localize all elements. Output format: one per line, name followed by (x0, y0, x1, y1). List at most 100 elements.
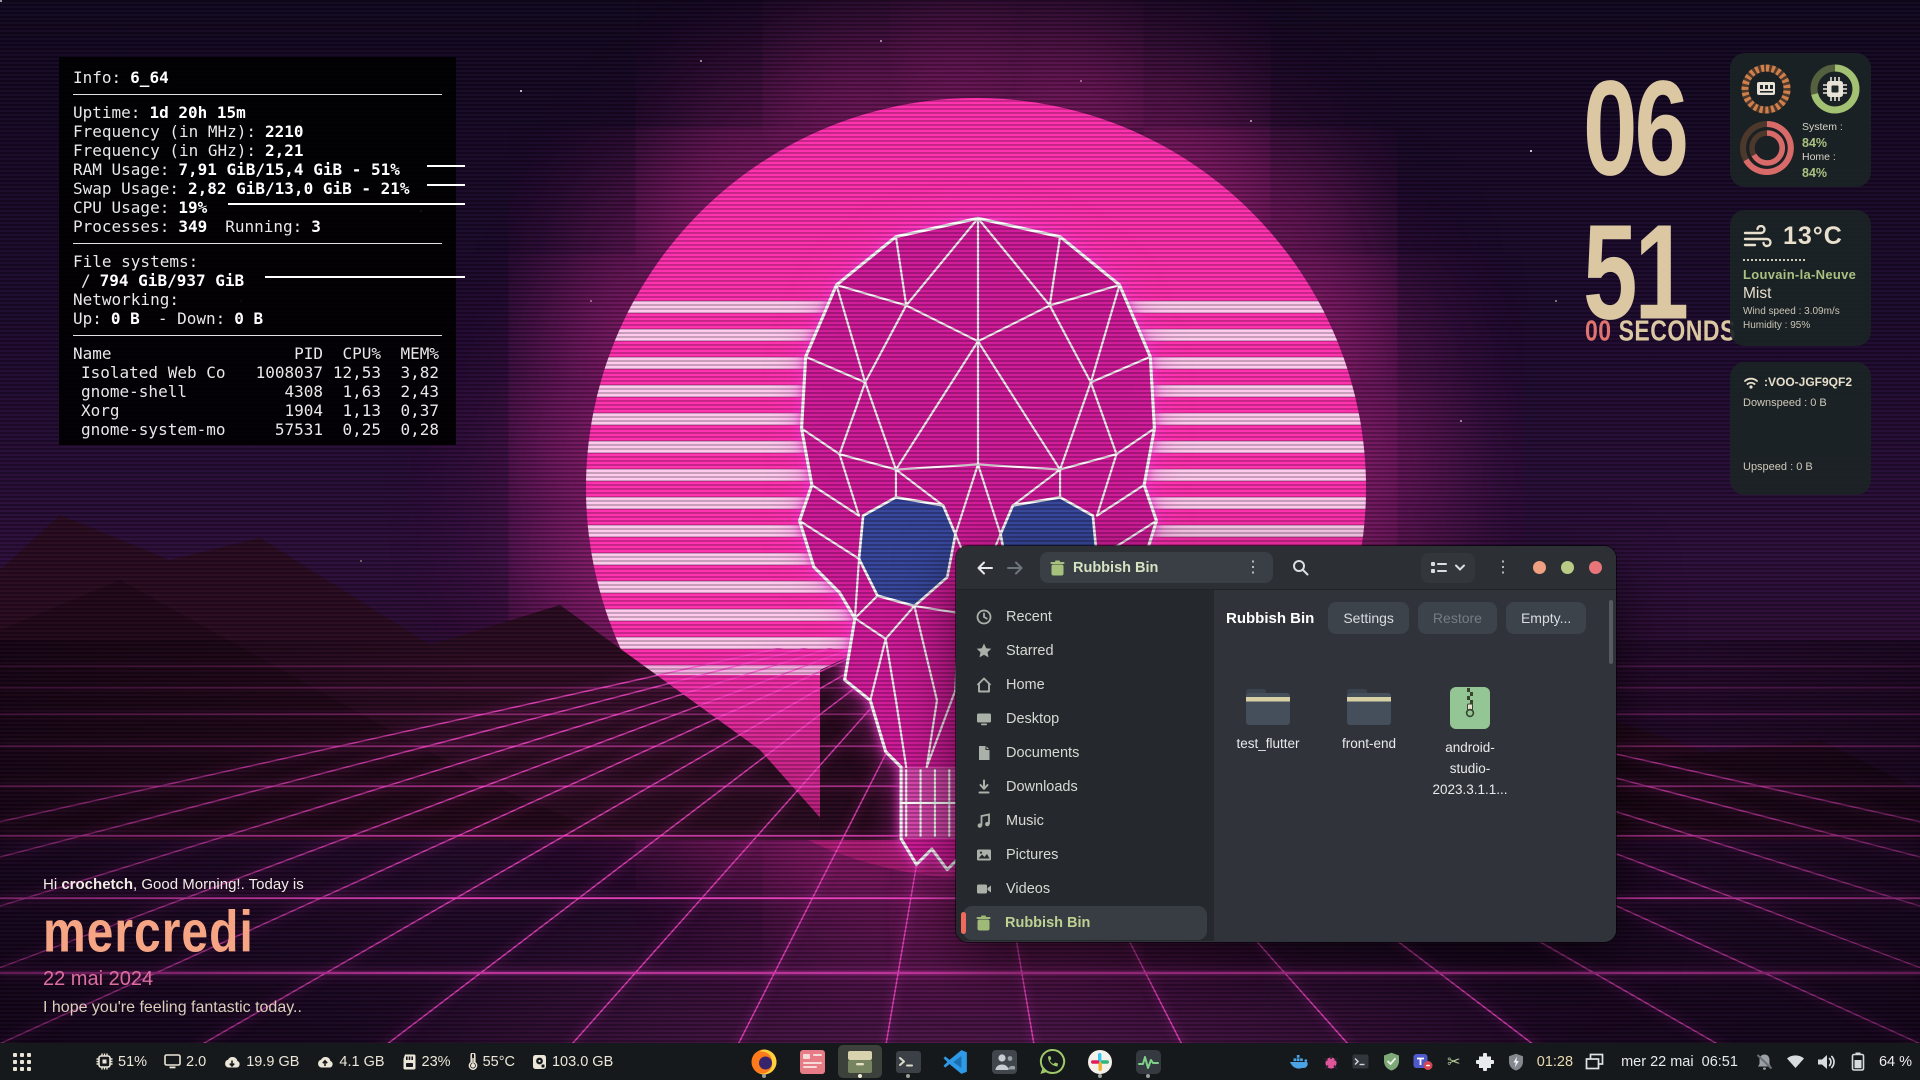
temperature: 13°C (1783, 222, 1843, 251)
dock-terminal[interactable] (886, 1045, 930, 1078)
system-tray: ✂ 01:28 mer 22 mai 06:51 (1289, 1043, 1912, 1080)
networking-header: Networking: (73, 290, 179, 309)
stat-cpu[interactable]: 51% (96, 1053, 147, 1070)
stat-memory[interactable]: 23% (402, 1054, 451, 1070)
volume-icon[interactable] (1817, 1051, 1837, 1073)
stat-disk[interactable]: 103.0 GB (532, 1054, 613, 1070)
ram-bar (427, 165, 465, 174)
sidebar-item-starred[interactable]: Starred (956, 634, 1214, 668)
terminal-tray-icon[interactable] (1351, 1051, 1371, 1073)
trash-icon (976, 915, 991, 931)
window-controls (1533, 561, 1602, 574)
whatsapp-icon (1039, 1048, 1066, 1075)
net-up-label: Up: (73, 309, 102, 328)
freq-mhz-value: 2210 (265, 122, 304, 141)
dock-whatsapp[interactable] (1030, 1045, 1074, 1078)
folder-icon (1346, 686, 1392, 726)
fs-root-label: / (81, 271, 91, 290)
freq-ghz-value: 2,21 (265, 141, 304, 160)
sidebar-item-downloads[interactable]: Downloads (956, 770, 1214, 804)
search-icon (1292, 559, 1309, 576)
location-pill[interactable]: Rubbish Bin ⋮ (1040, 552, 1273, 583)
extension-puzzle-icon[interactable] (1475, 1051, 1495, 1073)
desktop-icon (976, 711, 992, 727)
settings-button[interactable]: Settings (1328, 602, 1409, 634)
battery-icon[interactable] (1848, 1051, 1868, 1073)
tray-timer[interactable]: 01:28 (1537, 1054, 1573, 1070)
dock-files[interactable] (838, 1045, 882, 1078)
view-toggle[interactable] (1421, 553, 1475, 583)
download-arrow-icon (976, 779, 992, 795)
dock-teams[interactable] (982, 1045, 1026, 1078)
teams-tray-icon[interactable] (1413, 1051, 1433, 1073)
sidebar-item-home[interactable]: Home (956, 668, 1214, 702)
sidebar-item-pictures[interactable]: Pictures (956, 838, 1214, 872)
downspeed: Downspeed : 0 B (1743, 397, 1858, 409)
content-heading: Rubbish Bin (1226, 610, 1314, 627)
freq-mhz-label: Frequency (in MHz): (73, 122, 256, 141)
col-pid: PID (241, 344, 323, 363)
system-monitor-icon (1135, 1049, 1162, 1075)
empty-trash-button[interactable]: Empty... (1506, 602, 1586, 634)
dock-slack[interactable] (1078, 1045, 1122, 1078)
dock-text-editor[interactable] (790, 1045, 834, 1078)
minimize-button[interactable] (1533, 561, 1546, 574)
close-button[interactable] (1589, 561, 1602, 574)
sidebar-item-desktop[interactable]: Desktop (956, 702, 1214, 736)
dock-vscode[interactable] (934, 1045, 978, 1078)
tray-clock[interactable]: mer 22 mai 06:51 (1621, 1054, 1738, 1070)
disk-rings-gauge (1738, 119, 1796, 177)
screenshot-tray-icon[interactable] (1320, 1051, 1340, 1073)
maximize-button[interactable] (1561, 561, 1574, 574)
wifi-icon[interactable] (1786, 1051, 1806, 1073)
divider (73, 94, 442, 95)
sidebar-item-recent[interactable]: Recent (956, 600, 1214, 634)
notifications-muted-icon[interactable] (1755, 1051, 1775, 1073)
net-up-value: 0 B (111, 309, 140, 328)
file-item-test-flutter[interactable]: test_flutter (1226, 686, 1310, 801)
cpu-chip-icon (96, 1053, 113, 1070)
greeting-widget: Hi crochetch, Good Morning!. Today is me… (43, 876, 304, 1017)
stat-load[interactable]: 2.0 (164, 1054, 206, 1070)
process-row: gnome-shell 4308 1,63 2,43 (73, 382, 442, 401)
docker-icon[interactable] (1289, 1051, 1309, 1073)
text-editor-icon (799, 1049, 826, 1075)
stat-net-up[interactable]: 4.1 GB (316, 1054, 384, 1070)
memory-gauge (1738, 61, 1794, 117)
swap-bar (427, 184, 465, 193)
sidebar-item-documents[interactable]: Documents (956, 736, 1214, 770)
battery-percent[interactable]: 64 % (1879, 1054, 1912, 1070)
app-grid-button[interactable] (12, 1052, 32, 1072)
file-item-android-studio-archive[interactable]: android- studio- 2023.3.1.1... (1428, 686, 1512, 801)
dock-system-monitor[interactable] (1126, 1045, 1170, 1078)
file-item-front-end[interactable]: front-end (1327, 686, 1411, 801)
process-table: Name PID CPU% MEM% Isolated Web Co 10080… (73, 344, 442, 439)
sidebar-item-videos[interactable]: Videos (956, 872, 1214, 906)
stat-net-down[interactable]: 19.9 GB (223, 1054, 299, 1070)
clock-hours: 06 (1583, 60, 1686, 195)
processes-value: 349 (178, 217, 207, 236)
files-headerbar: Rubbish Bin ⋮ ⋮ (956, 546, 1616, 590)
window-menu-icon[interactable]: ⋮ (1491, 560, 1515, 576)
shield-bolt-icon[interactable] (1506, 1051, 1526, 1073)
info-label: Info: (73, 68, 121, 87)
dock-firefox[interactable] (742, 1045, 786, 1078)
restore-button[interactable]: Restore (1418, 602, 1497, 634)
home-value: 84% (1802, 165, 1843, 181)
stat-temperature[interactable]: 55°C (468, 1053, 515, 1070)
back-button[interactable] (970, 553, 1000, 583)
workspace-switcher-icon[interactable] (1584, 1051, 1604, 1073)
location-menu-icon[interactable]: ⋮ (1241, 560, 1265, 576)
scrollbar[interactable] (1609, 600, 1613, 664)
sidebar-item-music[interactable]: Music (956, 804, 1214, 838)
terminal-icon (895, 1050, 922, 1074)
sidebar-item-rubbish-bin[interactable]: Rubbish Bin (963, 906, 1207, 940)
scissors-icon[interactable]: ✂ (1444, 1051, 1464, 1073)
search-button[interactable] (1285, 553, 1315, 583)
forward-button[interactable] (1000, 553, 1030, 583)
shield-check-icon[interactable] (1382, 1051, 1402, 1073)
files-content: Rubbish Bin Settings Restore Empty... te… (1214, 590, 1616, 941)
col-name: Name (73, 344, 241, 363)
ram-value: 7,91 GiB/15,4 GiB - 51% (178, 160, 400, 179)
processes-label: Processes: (73, 217, 169, 236)
